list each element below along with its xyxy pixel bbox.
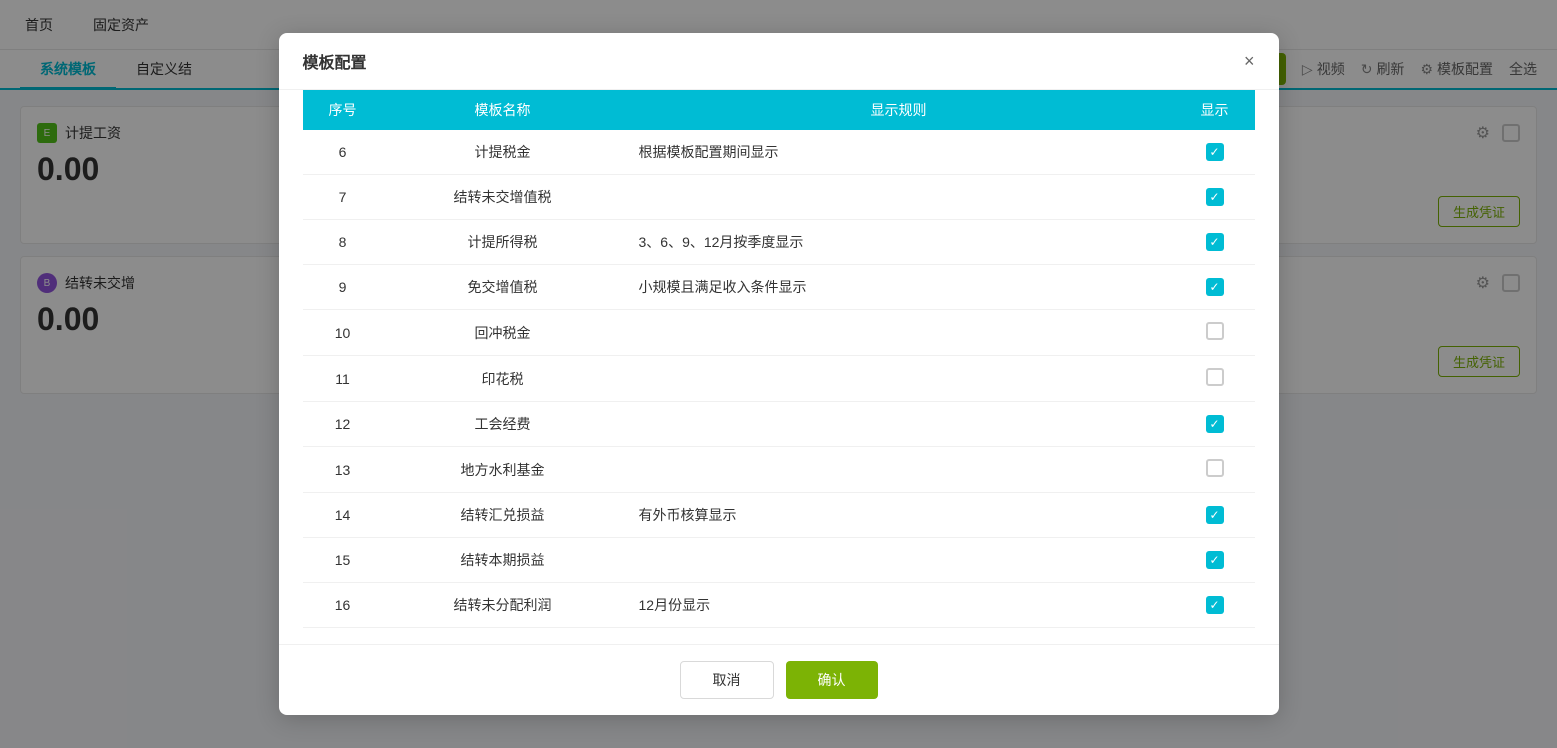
cell-index: 10 — [303, 310, 383, 356]
cell-rule: 根据模板配置期间显示 — [623, 130, 1175, 175]
config-table: 序号 模板名称 显示规则 显示 6计提税金根据模板配置期间显示✓7结转未交增值税… — [303, 90, 1255, 628]
dialog-body: 序号 模板名称 显示规则 显示 6计提税金根据模板配置期间显示✓7结转未交增值税… — [279, 90, 1279, 644]
cell-rule: 小规模且满足收入条件显示 — [623, 265, 1175, 310]
cell-checkbox[interactable] — [1175, 447, 1255, 493]
col-header-display: 显示 — [1175, 90, 1255, 130]
cell-index: 9 — [303, 265, 383, 310]
checkbox-unchecked[interactable] — [1206, 368, 1224, 386]
checkbox-unchecked[interactable] — [1206, 322, 1224, 340]
cell-index: 15 — [303, 538, 383, 583]
checkbox-checked[interactable]: ✓ — [1206, 551, 1224, 569]
dialog-header: 模板配置 × — [279, 33, 1279, 90]
cell-index: 14 — [303, 493, 383, 538]
template-config-dialog: 模板配置 × 序号 模板名称 显示规则 显示 6计提税金根据模板配置期间显示✓7… — [279, 33, 1279, 715]
dialog-close-button[interactable]: × — [1244, 52, 1255, 70]
cell-name: 结转本期损益 — [383, 538, 623, 583]
checkbox-checked[interactable]: ✓ — [1206, 143, 1224, 161]
cell-rule — [623, 310, 1175, 356]
checkbox-checked[interactable]: ✓ — [1206, 596, 1224, 614]
dialog-footer: 取消 确认 — [279, 644, 1279, 715]
col-header-rule: 显示规则 — [623, 90, 1175, 130]
table-row: 16结转未分配利润12月份显示 ✓ — [303, 583, 1255, 628]
cell-index: 7 — [303, 175, 383, 220]
table-row: 6计提税金根据模板配置期间显示 ✓ — [303, 130, 1255, 175]
checkbox-checked[interactable]: ✓ — [1206, 188, 1224, 206]
cell-rule: 有外币核算显示 — [623, 493, 1175, 538]
table-row: 15结转本期损益 ✓ — [303, 538, 1255, 583]
col-header-index: 序号 — [303, 90, 383, 130]
cell-checkbox[interactable] — [1175, 356, 1255, 402]
checkbox-unchecked[interactable] — [1206, 459, 1224, 477]
modal-overlay: 模板配置 × 序号 模板名称 显示规则 显示 6计提税金根据模板配置期间显示✓7… — [0, 0, 1557, 748]
cell-checkbox[interactable] — [1175, 310, 1255, 356]
table-row: 9免交增值税小规模且满足收入条件显示 ✓ — [303, 265, 1255, 310]
table-row: 10回冲税金 — [303, 310, 1255, 356]
cell-name: 印花税 — [383, 356, 623, 402]
dialog-title: 模板配置 — [303, 49, 367, 73]
cell-checkbox[interactable]: ✓ — [1175, 130, 1255, 175]
checkbox-checked[interactable]: ✓ — [1206, 278, 1224, 296]
table-row: 11印花税 — [303, 356, 1255, 402]
cell-rule — [623, 538, 1175, 583]
col-header-name: 模板名称 — [383, 90, 623, 130]
cell-name: 回冲税金 — [383, 310, 623, 356]
table-row: 14结转汇兑损益有外币核算显示 ✓ — [303, 493, 1255, 538]
cell-index: 16 — [303, 583, 383, 628]
cell-index: 13 — [303, 447, 383, 493]
table-row: 8计提所得税3、6、9、12月按季度显示 ✓ — [303, 220, 1255, 265]
cell-name: 地方水利基金 — [383, 447, 623, 493]
cell-index: 12 — [303, 402, 383, 447]
table-row: 12工会经费 ✓ — [303, 402, 1255, 447]
cell-index: 8 — [303, 220, 383, 265]
confirm-button[interactable]: 确认 — [786, 661, 878, 699]
cell-rule: 12月份显示 — [623, 583, 1175, 628]
cell-checkbox[interactable]: ✓ — [1175, 583, 1255, 628]
cell-name: 免交增值税 — [383, 265, 623, 310]
cell-name: 计提所得税 — [383, 220, 623, 265]
cell-name: 结转汇兑损益 — [383, 493, 623, 538]
cell-name: 计提税金 — [383, 130, 623, 175]
cell-name: 工会经费 — [383, 402, 623, 447]
cell-name: 结转未分配利润 — [383, 583, 623, 628]
cell-checkbox[interactable]: ✓ — [1175, 402, 1255, 447]
cell-rule: 3、6、9、12月按季度显示 — [623, 220, 1175, 265]
cell-index: 6 — [303, 130, 383, 175]
cell-name: 结转未交增值税 — [383, 175, 623, 220]
checkbox-checked[interactable]: ✓ — [1206, 506, 1224, 524]
table-row: 13地方水利基金 — [303, 447, 1255, 493]
cell-rule — [623, 175, 1175, 220]
table-row: 7结转未交增值税 ✓ — [303, 175, 1255, 220]
checkbox-checked[interactable]: ✓ — [1206, 233, 1224, 251]
cell-checkbox[interactable]: ✓ — [1175, 538, 1255, 583]
cell-checkbox[interactable]: ✓ — [1175, 493, 1255, 538]
checkbox-checked[interactable]: ✓ — [1206, 415, 1224, 433]
cell-checkbox[interactable]: ✓ — [1175, 265, 1255, 310]
cell-checkbox[interactable]: ✓ — [1175, 175, 1255, 220]
cell-index: 11 — [303, 356, 383, 402]
cell-rule — [623, 402, 1175, 447]
cell-rule — [623, 447, 1175, 493]
cancel-button[interactable]: 取消 — [680, 661, 774, 699]
cell-checkbox[interactable]: ✓ — [1175, 220, 1255, 265]
cell-rule — [623, 356, 1175, 402]
